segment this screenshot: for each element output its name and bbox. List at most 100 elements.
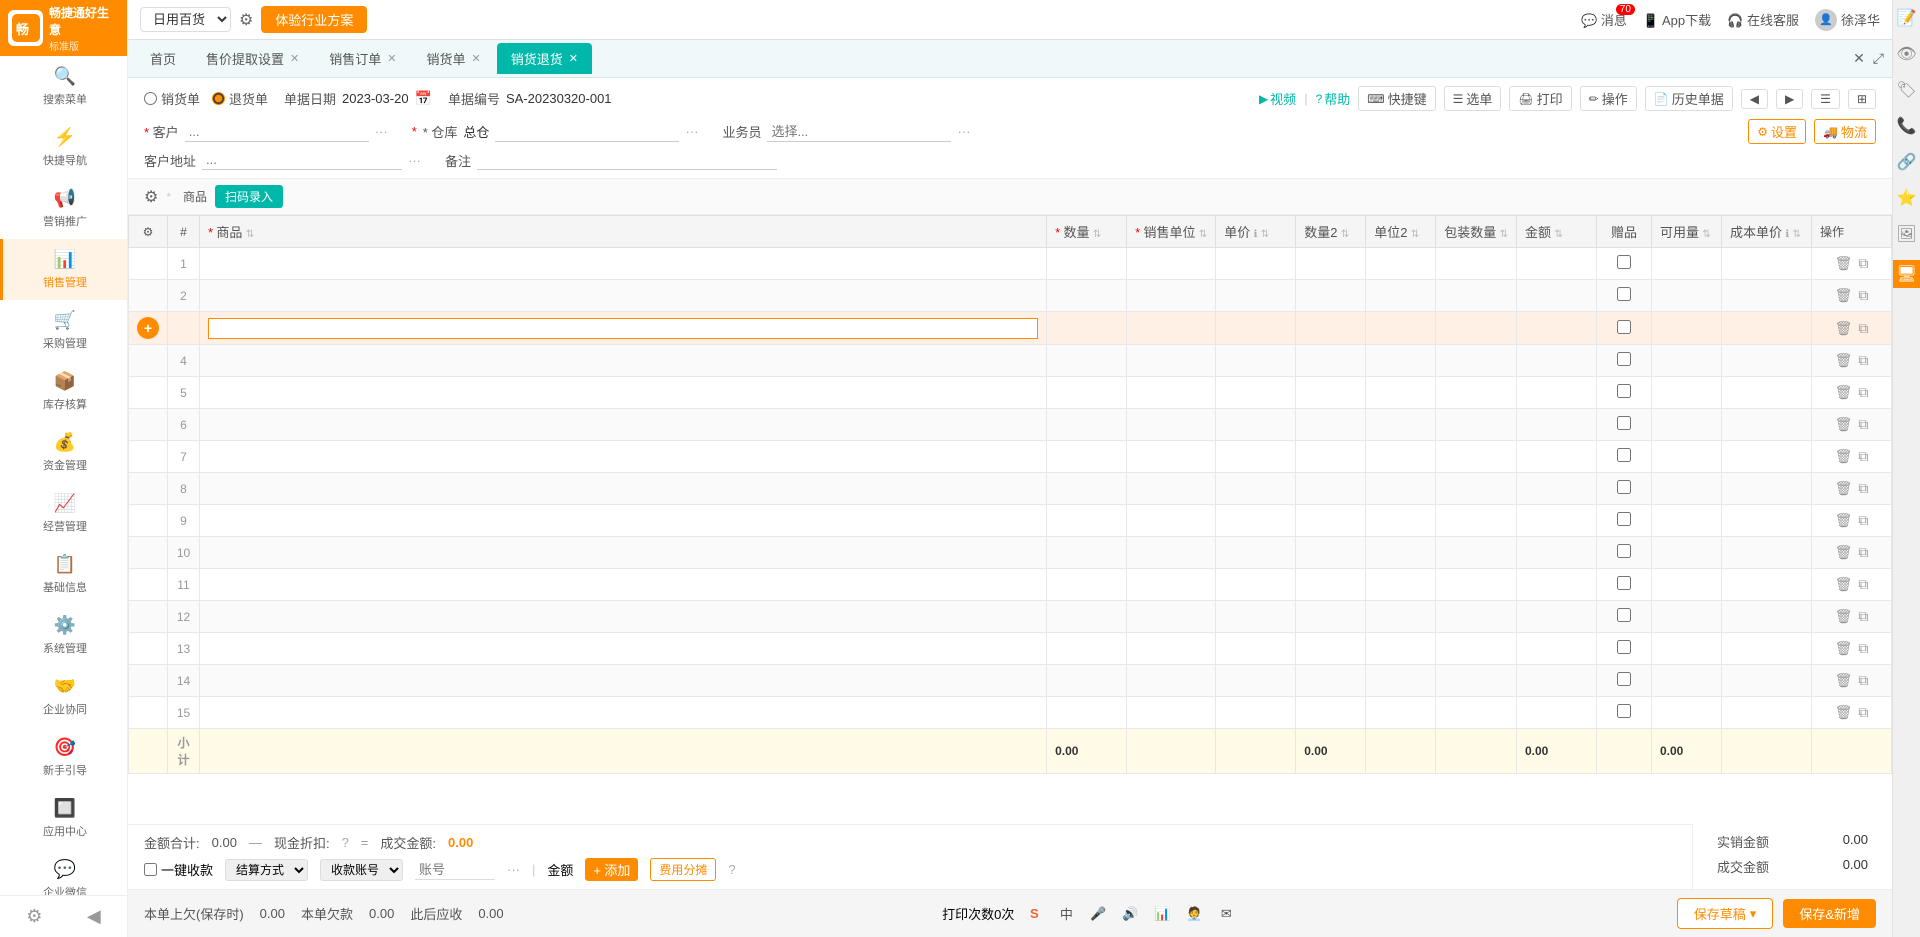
gift-checkbox-1[interactable] [1617, 255, 1631, 269]
sidebar-item-operations[interactable]: 📈 经营管理 [0, 483, 127, 544]
tab-sales-order[interactable]: 销售订单 ✕ [315, 43, 410, 74]
sort-icon-price[interactable]: ⇅ [1261, 229, 1269, 240]
gift-cb[interactable] [1617, 608, 1631, 622]
help-link[interactable]: ? 帮助 [1316, 89, 1351, 108]
tool-icon-2[interactable]: 中 [1054, 902, 1078, 926]
sidebar-item-purchase[interactable]: 🛒 采购管理 [0, 300, 127, 361]
one-click-cb-input[interactable] [144, 863, 157, 876]
rsp-eye-icon[interactable]: 👁 [1896, 44, 1916, 64]
gift-cb[interactable] [1617, 512, 1631, 526]
row-qty2-3[interactable] [1296, 312, 1366, 345]
warehouse-dots-btn[interactable]: ··· [685, 124, 698, 139]
sidebar-item-enterprise[interactable]: 🤝 企业协同 [0, 666, 127, 727]
delete-icon-2[interactable]: 🗑 [1835, 287, 1853, 304]
row-price-3[interactable] [1216, 312, 1296, 345]
del-icon[interactable]: 🗑 [1835, 384, 1853, 401]
select-btn[interactable]: ☰ 选单 [1444, 86, 1502, 111]
gift-cb[interactable] [1617, 576, 1631, 590]
sidebar-item-newguide[interactable]: 🎯 新手引导 [0, 727, 127, 788]
sidebar-item-inventory[interactable]: 📦 库存核算 [0, 361, 127, 422]
cpy-icon[interactable]: ⧉ [1858, 704, 1868, 721]
cpy-icon[interactable]: ⧉ [1858, 480, 1868, 497]
prev-btn[interactable]: ◀ [1741, 89, 1768, 109]
video-link[interactable]: ▶ 视频 [1259, 89, 1296, 108]
row-avail-2[interactable] [1652, 280, 1722, 312]
customer-dots-btn[interactable]: ··· [375, 124, 388, 139]
del-icon[interactable]: 🗑 [1835, 704, 1853, 721]
expand-tab-btn[interactable]: ⤢ [1873, 50, 1884, 67]
row-unit-1[interactable] [1127, 248, 1216, 280]
gift-cb[interactable] [1617, 480, 1631, 494]
experience-btn[interactable]: 体验行业方案 [261, 6, 367, 33]
settle-method-select[interactable]: 结算方式 [225, 859, 308, 881]
collapse-footer-btn[interactable]: ◀ [87, 906, 101, 927]
gift-checkbox-3[interactable] [1617, 320, 1631, 334]
row-unit2-2[interactable] [1366, 280, 1436, 312]
row-cost-1[interactable] [1722, 248, 1812, 280]
sort-icon-qty[interactable]: ⇅ [1093, 229, 1101, 240]
gift-cb[interactable] [1617, 448, 1631, 462]
gift-cb[interactable] [1617, 704, 1631, 718]
history-btn[interactable]: 📄 历史单据 [1645, 86, 1733, 111]
delete-icon-3[interactable]: 🗑 [1835, 320, 1853, 337]
row-product-1[interactable] [200, 248, 1047, 280]
radio-return[interactable]: 退货单 [212, 89, 268, 108]
logistics-btn[interactable]: 🚚 物流 [1814, 119, 1876, 144]
row-unit2-3[interactable] [1366, 312, 1436, 345]
row-price-1[interactable] [1216, 248, 1296, 280]
radio-delivery[interactable]: 销货单 [144, 89, 200, 108]
settings-btn[interactable]: ⚙ 设置 [1748, 119, 1806, 144]
sidebar-item-weixin[interactable]: 💬 企业微信 [0, 849, 127, 895]
sort-icon-qty2[interactable]: ⇅ [1341, 229, 1349, 240]
shortcut-btn[interactable]: ⌨ 快捷键 [1358, 86, 1435, 111]
row-gift-3[interactable] [1597, 312, 1652, 345]
save-new-btn[interactable]: 保存&新增 [1783, 899, 1876, 928]
row-pack-1[interactable] [1436, 248, 1517, 280]
close-tab-btn[interactable]: ✕ [1853, 50, 1865, 67]
operate-btn[interactable]: ✏ 操作 [1580, 86, 1637, 111]
row-qty2-2[interactable] [1296, 280, 1366, 312]
tab-price-setting[interactable]: 售价提取设置 ✕ [192, 43, 313, 74]
sidebar-item-apps[interactable]: 🔲 应用中心 [0, 788, 127, 849]
print-btn[interactable]: 🖨 打印 [1509, 86, 1571, 111]
del-icon[interactable]: 🗑 [1835, 544, 1853, 561]
del-icon[interactable]: 🗑 [1835, 512, 1853, 529]
row-avail-3[interactable] [1652, 312, 1722, 345]
cpy-icon[interactable]: ⧉ [1858, 512, 1868, 529]
row-unit2-1[interactable] [1366, 248, 1436, 280]
settings-footer-btn[interactable]: ⚙ [26, 906, 42, 927]
radio-delivery-input[interactable] [144, 92, 157, 105]
scan-input-btn[interactable]: 扫码录入 [215, 185, 283, 208]
gift-checkbox-2[interactable] [1617, 287, 1631, 301]
account-select[interactable]: 收款账号 [320, 859, 403, 881]
del-icon[interactable]: 🗑 [1835, 672, 1853, 689]
gift-cb[interactable] [1617, 384, 1631, 398]
cpy-icon[interactable]: ⧉ [1858, 640, 1868, 657]
tool-icon-1[interactable]: S [1022, 902, 1046, 926]
next-btn[interactable]: ▶ [1776, 89, 1803, 109]
cpy-icon[interactable]: ⧉ [1858, 544, 1868, 561]
fee-split-btn[interactable]: 费用分摊 [650, 858, 716, 881]
sort-icon-product[interactable]: ⇅ [246, 229, 254, 240]
product-input-1[interactable] [208, 256, 1038, 271]
delete-icon-1[interactable]: 🗑 [1835, 255, 1853, 272]
address-input[interactable] [202, 150, 402, 170]
row-qty-3[interactable] [1047, 312, 1127, 345]
one-click-settle-cb[interactable]: 一键收款 [144, 860, 213, 879]
industry-select[interactable]: 日用百货 [140, 7, 231, 32]
row-unit-2[interactable] [1127, 280, 1216, 312]
rsp-screen-icon[interactable]: 🖥 [1893, 260, 1920, 288]
cpy-icon[interactable]: ⧉ [1858, 672, 1868, 689]
address-dots-btn[interactable]: ··· [408, 153, 421, 168]
row-amount-3[interactable] [1517, 312, 1597, 345]
row-amount-1[interactable] [1517, 248, 1597, 280]
del-icon[interactable]: 🗑 [1835, 480, 1853, 497]
row-unit-3[interactable] [1127, 312, 1216, 345]
table-settings-btn[interactable]: ⚙ [144, 187, 158, 207]
row-product-3[interactable] [200, 312, 1047, 345]
rsp-note-icon[interactable]: 📝 [1897, 8, 1917, 28]
del-icon[interactable]: 🗑 [1835, 352, 1853, 369]
row-gift-2[interactable] [1597, 280, 1652, 312]
customer-input[interactable] [185, 122, 369, 142]
cpy-icon[interactable]: ⧉ [1858, 608, 1868, 625]
